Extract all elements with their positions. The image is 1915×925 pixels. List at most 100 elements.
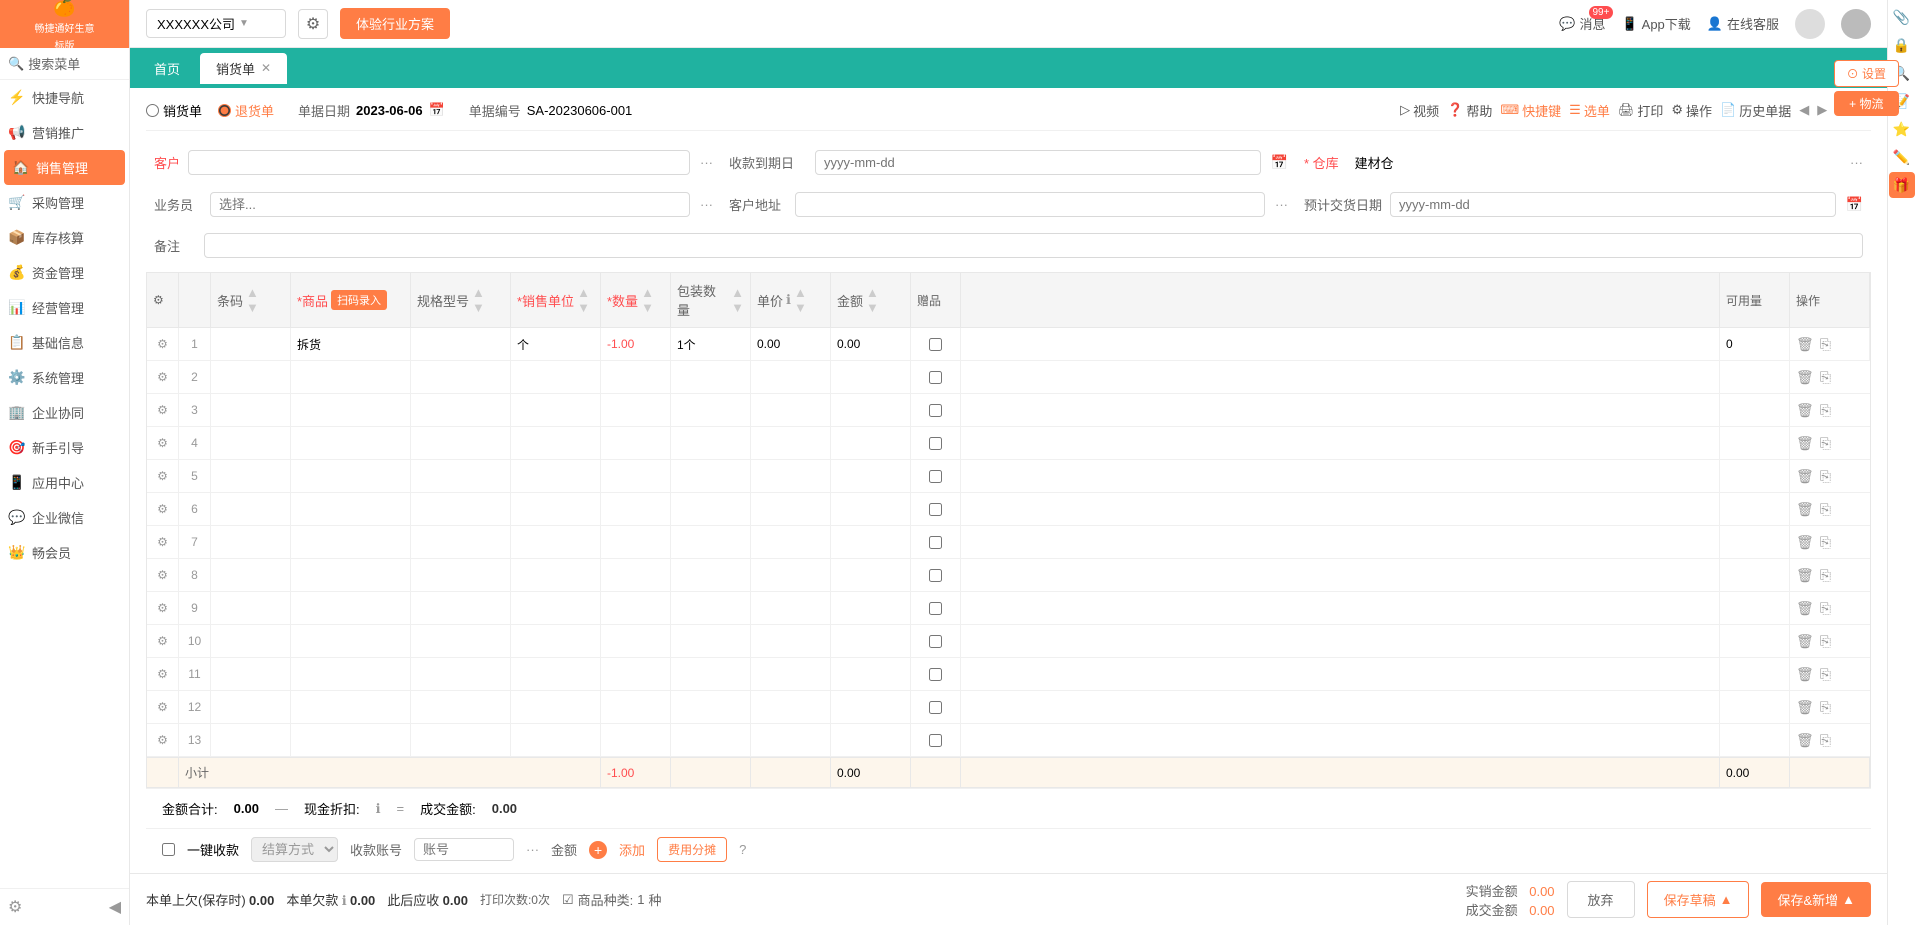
td-price-12[interactable] xyxy=(751,691,831,723)
td-remark-13[interactable] xyxy=(961,724,1720,756)
delete-icon-10[interactable]: 🗑 xyxy=(1796,633,1814,650)
td-pkg-1[interactable]: 1个 xyxy=(671,328,751,360)
td-remark-1[interactable] xyxy=(961,328,1720,360)
td-remark-9[interactable] xyxy=(961,592,1720,624)
gift-checkbox-6[interactable] xyxy=(929,503,942,516)
unit-price-info-icon[interactable]: ℹ xyxy=(786,292,791,308)
td-spec-5[interactable] xyxy=(411,460,511,492)
online-service-button[interactable]: 👤 在线客服 xyxy=(1707,14,1779,33)
td-remark-10[interactable] xyxy=(961,625,1720,657)
tab-sales-order[interactable]: 销货单 ✕ xyxy=(200,53,287,84)
pay-dots-icon[interactable]: ··· xyxy=(526,842,539,857)
gift-checkbox-2[interactable] xyxy=(929,371,942,384)
td-remark-8[interactable] xyxy=(961,559,1720,591)
td-gift-10[interactable] xyxy=(911,625,961,657)
search-menu[interactable]: 🔍 搜索菜单 xyxy=(0,48,129,80)
avatar-secondary[interactable] xyxy=(1841,9,1871,39)
help-btn[interactable]: ❓ 帮助 xyxy=(1447,101,1492,120)
td-spec-3[interactable] xyxy=(411,394,511,426)
td-settings-11[interactable]: ⚙ xyxy=(147,658,179,690)
copy-icon-8[interactable]: ⎘ xyxy=(1820,567,1831,584)
td-qty-2[interactable] xyxy=(601,361,671,393)
td-remark-12[interactable] xyxy=(961,691,1720,723)
copy-icon-12[interactable]: ⎘ xyxy=(1820,699,1831,716)
td-product-1[interactable]: 拆货 xyxy=(291,328,411,360)
copy-icon-1[interactable]: ⎘ xyxy=(1820,336,1831,353)
delete-icon-12[interactable]: 🗑 xyxy=(1796,699,1814,716)
td-barcode-6[interactable] xyxy=(211,493,291,525)
td-price-13[interactable] xyxy=(751,724,831,756)
td-qty-1[interactable]: -1.00 xyxy=(601,328,671,360)
td-barcode-1[interactable] xyxy=(211,328,291,360)
td-unit-6[interactable] xyxy=(511,493,601,525)
sidebar-item-operations[interactable]: 📊 经营管理 xyxy=(0,290,129,325)
copy-icon-9[interactable]: ⎘ xyxy=(1820,600,1831,617)
right-panel-btn-7[interactable]: 🎁 xyxy=(1889,172,1915,198)
message-button[interactable]: 💬 消息 99+ xyxy=(1559,14,1605,33)
td-pkg-8[interactable] xyxy=(671,559,751,591)
customer-dots-icon[interactable]: ··· xyxy=(700,155,713,170)
td-unit-1[interactable]: 个 xyxy=(511,328,601,360)
td-pkg-2[interactable] xyxy=(671,361,751,393)
save-new-button[interactable]: 保存&新增 ▲ xyxy=(1761,882,1871,917)
delete-icon-8[interactable]: 🗑 xyxy=(1796,567,1814,584)
expense-split-btn[interactable]: 费用分摊 xyxy=(657,837,727,862)
td-price-7[interactable] xyxy=(751,526,831,558)
sidebar-item-enterprise[interactable]: 🏢 企业协同 xyxy=(0,395,129,430)
td-qty-13[interactable] xyxy=(601,724,671,756)
td-qty-5[interactable] xyxy=(601,460,671,492)
copy-icon-4[interactable]: ⎘ xyxy=(1820,435,1831,452)
td-pkg-13[interactable] xyxy=(671,724,751,756)
td-amount-5[interactable] xyxy=(831,460,911,492)
company-selector[interactable]: XXXXXX公司 ▼ xyxy=(146,9,286,38)
copy-icon-11[interactable]: ⎘ xyxy=(1820,666,1831,683)
delivery-date-input[interactable] xyxy=(1390,192,1836,217)
gift-checkbox-12[interactable] xyxy=(929,701,942,714)
td-price-8[interactable] xyxy=(751,559,831,591)
td-spec-13[interactable] xyxy=(411,724,511,756)
app-download-button[interactable]: 📱 App下载 xyxy=(1621,14,1690,33)
td-pkg-4[interactable] xyxy=(671,427,751,459)
avatar[interactable] xyxy=(1795,9,1825,39)
td-pkg-11[interactable] xyxy=(671,658,751,690)
td-product-7[interactable] xyxy=(291,526,411,558)
tab-close-icon[interactable]: ✕ xyxy=(261,61,271,75)
td-product-10[interactable] xyxy=(291,625,411,657)
delete-icon-7[interactable]: 🗑 xyxy=(1796,534,1814,551)
copy-icon-5[interactable]: ⎘ xyxy=(1820,468,1831,485)
copy-icon-2[interactable]: ⎘ xyxy=(1820,369,1831,386)
delete-icon-3[interactable]: 🗑 xyxy=(1796,402,1814,419)
due-date-input[interactable] xyxy=(815,150,1261,175)
ops-btn[interactable]: ⚙ 操作 xyxy=(1671,101,1712,120)
td-product-2[interactable] xyxy=(291,361,411,393)
td-gift-7[interactable] xyxy=(911,526,961,558)
td-product-13[interactable] xyxy=(291,724,411,756)
radio-sales[interactable]: 销货单 xyxy=(146,101,202,120)
td-pkg-7[interactable] xyxy=(671,526,751,558)
td-product-9[interactable] xyxy=(291,592,411,624)
td-spec-11[interactable] xyxy=(411,658,511,690)
td-amount-11[interactable] xyxy=(831,658,911,690)
td-spec-4[interactable] xyxy=(411,427,511,459)
sidebar-item-weixin[interactable]: 💬 企业微信 xyxy=(0,500,129,535)
td-settings-9[interactable]: ⚙ xyxy=(147,592,179,624)
td-pkg-12[interactable] xyxy=(671,691,751,723)
gift-checkbox-5[interactable] xyxy=(929,470,942,483)
due-date-calendar-icon[interactable]: 📅 xyxy=(1271,154,1288,171)
td-barcode-7[interactable] xyxy=(211,526,291,558)
td-spec-10[interactable] xyxy=(411,625,511,657)
gift-checkbox-11[interactable] xyxy=(929,668,942,681)
td-amount-9[interactable] xyxy=(831,592,911,624)
td-settings-7[interactable]: ⚙ xyxy=(147,526,179,558)
td-qty-7[interactable] xyxy=(601,526,671,558)
td-remark-5[interactable] xyxy=(961,460,1720,492)
td-qty-6[interactable] xyxy=(601,493,671,525)
shortcut-btn[interactable]: ⌨ 快捷键 xyxy=(1500,101,1561,120)
td-unit-7[interactable] xyxy=(511,526,601,558)
td-gift-11[interactable] xyxy=(911,658,961,690)
sidebar-item-quick-nav[interactable]: ⚡ 快捷导航 xyxy=(0,80,129,115)
td-product-8[interactable] xyxy=(291,559,411,591)
td-barcode-13[interactable] xyxy=(211,724,291,756)
td-settings-13[interactable]: ⚙ xyxy=(147,724,179,756)
td-spec-8[interactable] xyxy=(411,559,511,591)
